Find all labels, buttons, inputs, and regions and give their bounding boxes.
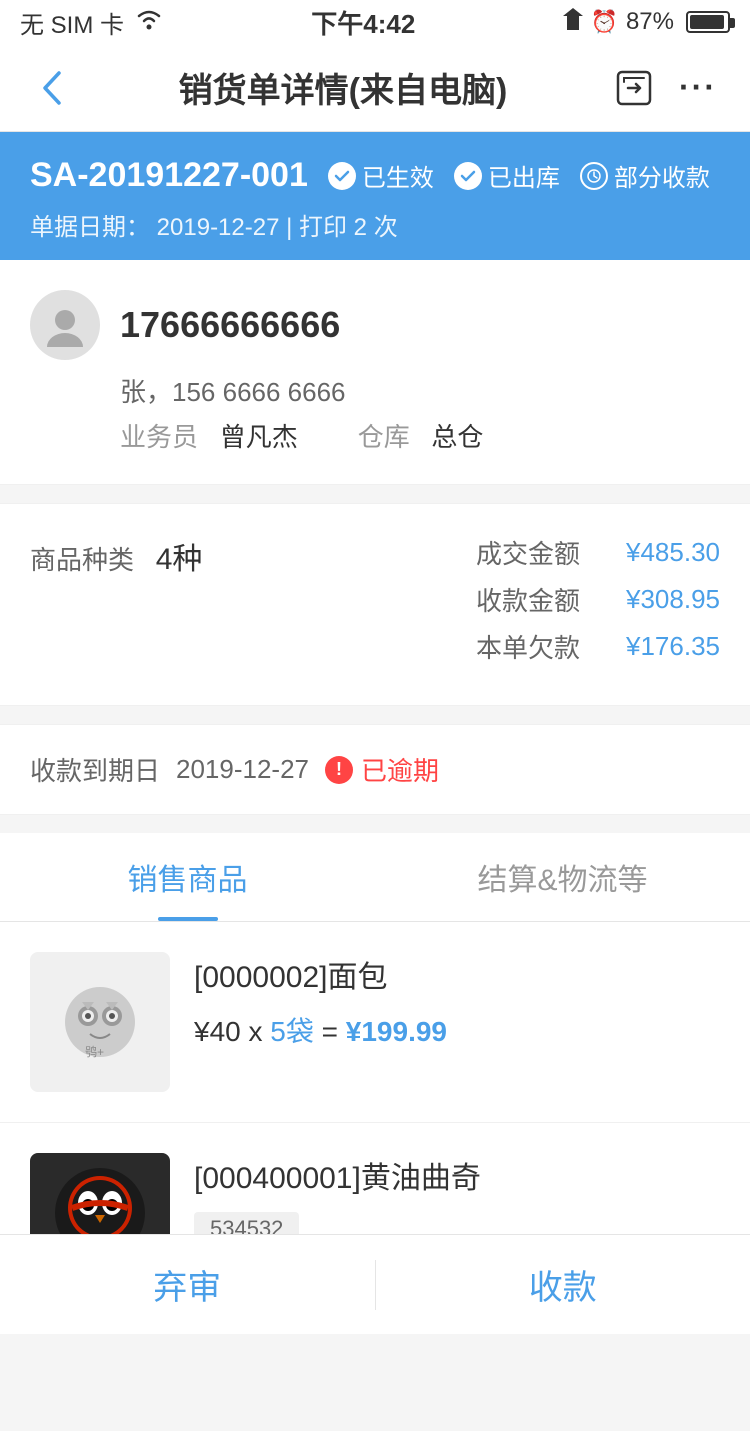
amount-value: ¥485.30 (600, 537, 720, 568)
clock-icon (580, 162, 608, 190)
due-label: 收款到期日 (30, 751, 160, 788)
status-time: 下午4:42 (311, 4, 415, 41)
more-button[interactable]: ··· (676, 66, 720, 110)
tab-settlement[interactable]: 结算&物流等 (375, 833, 750, 921)
status-effected: 已生效 (328, 158, 434, 193)
battery-percent: 87% (626, 8, 674, 36)
tabs-container: 销售商品 结算&物流等 (0, 833, 750, 922)
page-title: 销货单详情(来自电脑) (179, 63, 508, 112)
customer-meta: 业务员 曾凡杰 仓库 总仓 (120, 417, 720, 454)
status-partial: 部分收款 (580, 158, 710, 193)
salesperson-label: 业务员 (120, 422, 198, 452)
customer-row: 17666666666 (30, 290, 720, 360)
check-icon-2 (454, 162, 482, 190)
status-bar: 无 SIM 卡 下午4:42 ⏰ 87% (0, 0, 750, 44)
product-name-cookie: [000400001]黄油曲奇 (194, 1153, 720, 1197)
svg-text:鸮+: 鸮+ (85, 1044, 104, 1059)
header-banner: SA-20191227-001 已生效 已出库 (0, 132, 750, 260)
carrier-label: 无 SIM 卡 (20, 5, 124, 40)
product-thumb-bread: 鸮+ (30, 952, 170, 1092)
tab-sales-products[interactable]: 销售商品 (0, 833, 375, 921)
collected-label: 收款金额 (476, 581, 580, 618)
product-type-stats: 商品种类 4种 (30, 534, 202, 578)
customer-name-detail: 张，156 6666 6666 (120, 372, 720, 409)
nav-bar: 销货单详情(来自电脑) ··· (0, 44, 750, 132)
collect-payment-button[interactable]: 收款 (376, 1235, 750, 1334)
check-icon-1 (328, 162, 356, 190)
debt-row: 本单欠款 ¥176.35 (476, 628, 720, 665)
collected-row: 收款金额 ¥308.95 (476, 581, 720, 618)
amount-label: 成交金额 (476, 534, 580, 571)
customer-phone: 17666666666 (120, 304, 340, 346)
banner-top: SA-20191227-001 已生效 已出库 (30, 156, 720, 195)
warehouse-label: 仓库 (358, 422, 410, 452)
salesperson-value: 曾凡杰 (220, 422, 298, 452)
banner-sub: 单据日期： 2019-12-27 | 打印 2 次 (30, 207, 720, 242)
avatar (30, 290, 100, 360)
overdue-badge: ! 已逾期 (325, 751, 439, 788)
order-id: SA-20191227-001 (30, 156, 308, 195)
collected-value: ¥308.95 (600, 584, 720, 615)
financial-stats: 成交金额 ¥485.30 收款金额 ¥308.95 本单欠款 ¥176.35 (476, 534, 720, 675)
share-button[interactable] (612, 66, 656, 110)
product-price-bread: ¥40 x 5袋 = ¥199.99 (194, 1010, 720, 1050)
debt-label: 本单欠款 (476, 628, 580, 665)
overdue-text: 已逾期 (361, 751, 439, 788)
due-date-section: 收款到期日 2019-12-27 ! 已逾期 (0, 724, 750, 815)
back-button[interactable] (30, 66, 74, 110)
overdue-icon: ! (325, 756, 353, 784)
due-date-value: 2019-12-27 (176, 754, 309, 785)
total-bread: ¥199.99 (346, 1016, 447, 1047)
cancel-review-button[interactable]: 弃审 (0, 1235, 375, 1334)
warehouse-value: 总仓 (431, 422, 483, 452)
amount-row: 成交金额 ¥485.30 (476, 534, 720, 571)
alarm-icon: ⏰ (591, 9, 618, 35)
qty-bread: 5袋 (270, 1016, 314, 1047)
product-name-bread: [0000002]面包 (194, 952, 720, 996)
battery-icon (686, 11, 730, 33)
stats-section: 商品种类 4种 成交金额 ¥485.30 收款金额 ¥308.95 本单欠款 ¥… (0, 503, 750, 706)
status-shipped: 已出库 (454, 158, 560, 193)
nav-actions: ··· (612, 66, 720, 110)
bottom-bar: 弃审 收款 (0, 1234, 750, 1334)
tab-indicator (158, 917, 218, 921)
customer-section: 17666666666 张，156 6666 6666 业务员 曾凡杰 仓库 总… (0, 260, 750, 485)
wifi-icon (134, 8, 164, 37)
location-icon (563, 8, 583, 37)
product-info-bread: [0000002]面包 ¥40 x 5袋 = ¥199.99 (194, 952, 720, 1050)
debt-value: ¥176.35 (600, 631, 720, 662)
status-left: 无 SIM 卡 (20, 5, 164, 40)
product-type-value: 4种 (156, 543, 203, 576)
product-item-bread: 鸮+ [0000002]面包 ¥40 x 5袋 = ¥199.99 (0, 922, 750, 1123)
status-right: ⏰ 87% (563, 8, 730, 37)
